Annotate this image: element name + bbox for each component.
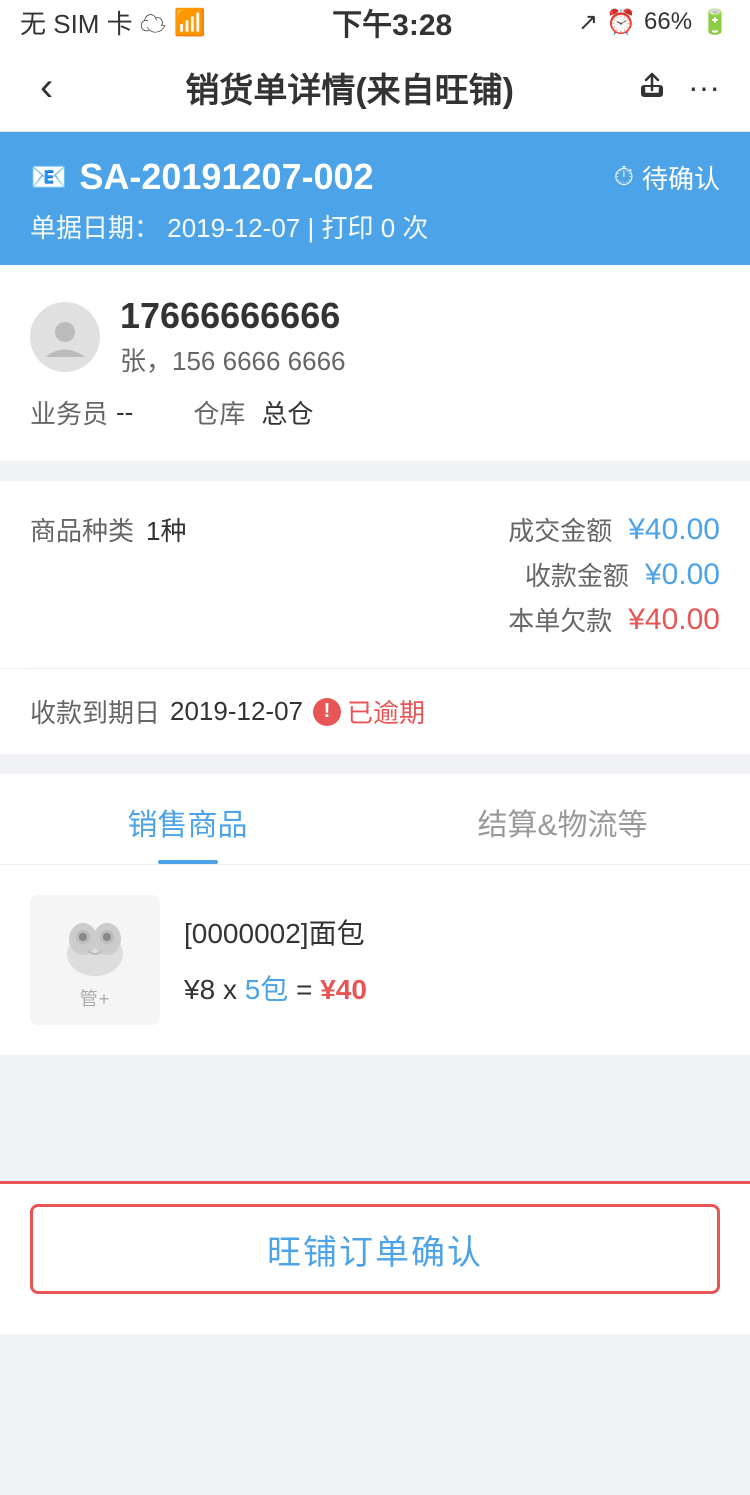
status-time: 下午3:28 <box>332 0 452 44</box>
page-title: 销货单详情(来自旺铺) <box>185 63 514 112</box>
due-section: 收款到期日 2019-12-07 ! 已逾期 <box>0 669 750 754</box>
amount-label: 成交金额 <box>508 511 612 548</box>
salesman-item: 业务员 -- <box>30 394 133 431</box>
customer-name: 张，156 6666 6666 <box>120 341 720 378</box>
customer-info: 17666666666 张，156 6666 6666 <box>120 295 720 378</box>
warehouse-value-text: 总仓 <box>261 394 313 431</box>
customer-row: 17666666666 张，156 6666 6666 <box>30 295 720 378</box>
status-left: 无 SIM 卡 ☁ 📶 <box>20 4 206 41</box>
owed-value: ¥40.00 <box>628 603 720 637</box>
customer-section: 17666666666 张，156 6666 6666 业务员 -- 仓库 总仓 <box>0 265 750 461</box>
summary-right: 成交金额 ¥40.00 收款金额 ¥0.00 本单欠款 ¥40.00 <box>508 511 720 638</box>
received-label: 收款金额 <box>525 556 629 593</box>
product-thumb-inner: 管+ <box>55 909 135 1011</box>
status-right: ↗ ⏰ 66% 🔋 <box>578 8 730 37</box>
order-date-label: 单据日期： <box>30 213 160 243</box>
salesman-value: -- <box>116 397 133 428</box>
equals-sign: = <box>296 974 320 1005</box>
owed-label: 本单欠款 <box>508 601 612 638</box>
location-icon: ↗ <box>578 8 598 37</box>
alarm-icon: ⏰ <box>606 8 636 37</box>
bottom-bar: 旺铺订单确认 <box>0 1181 750 1334</box>
print-label: 打印 <box>321 213 373 243</box>
print-unit: 次 <box>402 213 428 243</box>
clock-icon: ⏱ <box>614 161 634 193</box>
product-type-label: 商品种类 <box>30 511 134 548</box>
salesman-label: 业务员 <box>30 394 108 431</box>
received-item: 收款金额 ¥0.00 <box>525 556 720 593</box>
summary-row: 商品种类 1种 成交金额 ¥40.00 收款金额 ¥0.00 本单欠款 ¥40.… <box>30 511 720 638</box>
product-item: 管+ [0000002]面包 ¥8 x 5包 = ¥40 <box>0 865 750 1055</box>
order-status: ⏱ 待确认 <box>614 159 720 196</box>
avatar <box>30 302 100 372</box>
product-price-row: ¥8 x 5包 = ¥40 <box>184 968 720 1008</box>
overdue-text: 已逾期 <box>347 693 425 730</box>
battery-icon: 🔋 <box>700 8 730 37</box>
tab-products[interactable]: 销售商品 <box>0 774 375 864</box>
tab-settlement[interactable]: 结算&物流等 <box>375 774 750 864</box>
customer-phone: 17666666666 <box>120 295 720 337</box>
tab-products-label: 销售商品 <box>128 809 248 842</box>
price-unit: ¥8 <box>184 974 215 1005</box>
status-bar: 无 SIM 卡 ☁ 📶 下午3:28 ↗ ⏰ 66% 🔋 <box>0 0 750 44</box>
order-date-separator: | <box>307 213 321 243</box>
no-sim-label: 无 SIM 卡 ☁ <box>20 4 166 41</box>
order-date-row: 单据日期： 2019-12-07 | 打印 0 次 <box>30 208 720 245</box>
summary-section: 商品种类 1种 成交金额 ¥40.00 收款金额 ¥0.00 本单欠款 ¥40.… <box>0 481 750 668</box>
received-value: ¥0.00 <box>645 558 720 592</box>
order-date-value: 2019-12-07 <box>167 213 300 243</box>
order-status-text: 待确认 <box>642 159 720 196</box>
product-info: [0000002]面包 ¥8 x 5包 = ¥40 <box>184 912 720 1008</box>
product-type-value: 1种 <box>146 511 186 548</box>
order-id-text: SA-20191207-002 <box>79 156 373 198</box>
product-name: [0000002]面包 <box>184 912 720 952</box>
overdue-badge: ! 已逾期 <box>313 693 425 730</box>
total-price: ¥40 <box>320 974 367 1005</box>
amount-item: 成交金额 ¥40.00 <box>508 511 720 548</box>
due-label: 收款到期日 <box>30 693 160 730</box>
tabs-section: 销售商品 结算&物流等 <box>0 774 750 865</box>
owed-item: 本单欠款 ¥40.00 <box>508 601 720 638</box>
summary-left: 商品种类 1种 <box>30 511 186 548</box>
product-thumbnail: 管+ <box>30 895 160 1025</box>
order-header: 📧 SA-20191207-002 ⏱ 待确认 单据日期： 2019-12-07… <box>0 132 750 265</box>
qty-value: 5包 <box>245 974 289 1005</box>
order-id: 📧 SA-20191207-002 <box>30 156 374 198</box>
confirm-button[interactable]: 旺铺订单确认 <box>30 1204 720 1294</box>
print-count-value: 0 <box>381 213 395 243</box>
order-header-row1: 📧 SA-20191207-002 ⏱ 待确认 <box>30 156 720 198</box>
divider-2 <box>0 754 750 774</box>
amount-value: ¥40.00 <box>628 513 720 547</box>
tab-settlement-label: 结算&物流等 <box>477 809 647 842</box>
nav-bar: ‹ 销货单详情(来自旺铺) ··· <box>0 44 750 132</box>
back-button[interactable]: ‹ <box>30 55 63 120</box>
warehouse-item: 仓库 总仓 <box>193 394 313 431</box>
tabs-row: 销售商品 结算&物流等 <box>0 774 750 865</box>
wifi-icon: 📶 <box>174 7 206 38</box>
customer-meta: 业务员 -- 仓库 总仓 <box>30 394 720 431</box>
share-button[interactable] <box>636 68 668 108</box>
overdue-icon: ! <box>313 698 341 726</box>
multiply-sign: x <box>223 974 245 1005</box>
due-date-value: 2019-12-07 <box>170 696 303 727</box>
product-section: 管+ [0000002]面包 ¥8 x 5包 = ¥40 <box>0 865 750 1055</box>
order-icon: 📧 <box>30 160 67 195</box>
battery-label: 66% <box>644 8 692 36</box>
divider-1 <box>0 461 750 481</box>
nav-actions: ··· <box>636 68 720 108</box>
warehouse-label: 仓库 <box>193 394 245 431</box>
more-button[interactable]: ··· <box>688 69 720 106</box>
